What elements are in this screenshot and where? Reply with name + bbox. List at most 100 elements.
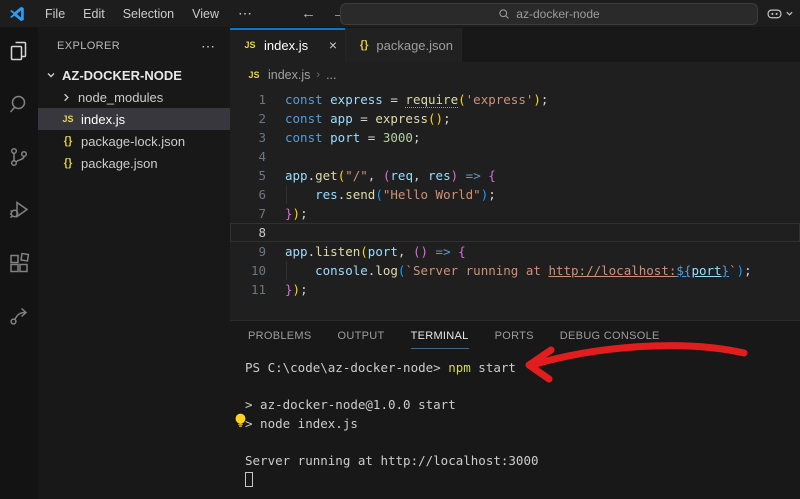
code-token: ) <box>292 282 301 297</box>
js-file-icon: JS <box>244 40 256 50</box>
menu-overflow-icon[interactable]: ⋯ <box>228 5 263 22</box>
breadcrumb-symbol: ... <box>326 68 337 82</box>
menu-bar: File Edit Selection View <box>36 4 228 24</box>
code-token: } <box>285 282 293 297</box>
search-icon <box>499 9 510 19</box>
code-token: app <box>330 111 353 126</box>
code-token: "Hello World" <box>382 187 481 202</box>
terminal-cursor <box>245 472 253 487</box>
tab-index.js[interactable]: JS index.js × <box>230 28 346 62</box>
code-token: . <box>307 244 316 259</box>
code-token: } <box>721 263 730 278</box>
code-token: ; <box>300 206 308 221</box>
code-token: ( <box>360 244 368 259</box>
code-token: ) <box>736 263 745 278</box>
source-control-icon[interactable] <box>6 144 32 170</box>
code-line: 5 app.get("/", (req, res) => { <box>230 166 800 185</box>
code-token: } <box>285 206 293 221</box>
panel-tab-debug-console[interactable]: DEBUG CONSOLE <box>560 324 660 348</box>
terminal-token: > az-docker-node@1.0.0 start <box>245 397 456 412</box>
tab-package.json[interactable]: {} package.json <box>346 28 462 62</box>
code-token: () <box>428 111 444 126</box>
editor-tabs: JS index.js × {} package.json <box>230 28 800 62</box>
code-token: port <box>367 244 398 259</box>
chevron-right-icon <box>64 93 69 101</box>
file-label: index.js <box>81 111 126 127</box>
code-token: ( <box>458 92 466 107</box>
code-line: 1 const express = require('express'); <box>230 90 800 109</box>
terminal-token: start <box>470 360 516 375</box>
code-token: { <box>488 168 496 183</box>
code-token: Server running at <box>412 263 549 278</box>
code-token: res <box>428 168 451 183</box>
terminal-token: PS C:\code\az-docker-node> <box>245 360 449 375</box>
sidebar-more-icon[interactable]: ⋯ <box>201 38 216 55</box>
code-token: port <box>330 130 361 145</box>
explorer-sidebar: EXPLORER ⋯ AZ-DOCKER-NODE node_modules JS… <box>38 28 230 499</box>
command-center-search[interactable]: az-docker-node <box>340 3 758 25</box>
root-folder-label: AZ-DOCKER-NODE <box>62 67 182 83</box>
code-token: port <box>691 263 722 278</box>
file-label: node_modules <box>78 89 164 105</box>
sidebar-item-index.js[interactable]: JS index.js <box>38 108 230 130</box>
code-token: ) <box>450 168 459 183</box>
terminal-line: > az-docker-node@1.0.0 start <box>245 396 800 415</box>
share-remote-icon[interactable] <box>6 303 32 329</box>
code-token: const <box>285 130 331 145</box>
code-token: ` <box>405 263 413 278</box>
tree-root-folder[interactable]: AZ-DOCKER-NODE <box>38 64 230 86</box>
bottom-panel: PROBLEMS OUTPUT TERMINAL PORTS DEBUG CONSOLE… <box>230 320 800 499</box>
back-icon[interactable]: ← <box>301 5 316 22</box>
line-number: 1 <box>258 92 266 107</box>
terminal-line: PS C:\code\az-docker-node> npm start <box>245 359 800 378</box>
json-file-icon: {} <box>63 135 73 147</box>
panel-tabs: PROBLEMS OUTPUT TERMINAL PORTS DEBUG CONSOLE <box>230 321 800 351</box>
terminal-token: npm <box>448 360 471 375</box>
terminal[interactable]: PS C:\code\az-docker-node> npm start > a… <box>230 351 800 489</box>
code-token: 'express' <box>465 92 534 107</box>
code-token: express <box>375 111 428 126</box>
chevron-down-icon <box>47 73 55 78</box>
js-file-icon: JS <box>248 70 260 80</box>
run-debug-icon[interactable] <box>6 197 32 223</box>
code-line: 6 res.send("Hello World"); <box>230 185 800 204</box>
breadcrumb[interactable]: JS index.js › ... <box>230 62 800 88</box>
search-value: az-docker-node <box>516 7 600 21</box>
copilot-menu[interactable] <box>766 5 794 22</box>
code-token: log <box>375 263 398 278</box>
menu-edit[interactable]: Edit <box>74 4 114 24</box>
close-icon[interactable]: × <box>329 37 337 53</box>
panel-tab-output[interactable]: OUTPUT <box>338 324 385 348</box>
sidebar-item-package-lock.json[interactable]: {} package-lock.json <box>38 130 230 152</box>
vscode-window: FileEditSelectionView ⋯ ← → az-docker-no… <box>0 0 800 499</box>
menu-file[interactable]: File <box>36 4 74 24</box>
copilot-icon <box>767 9 782 19</box>
json-file-icon: {} <box>359 39 369 51</box>
code-line: 3 const port = 3000; <box>230 128 800 147</box>
code-token: http://localhost: <box>548 263 677 278</box>
code-editor[interactable]: 1 const express = require('express'); 2 con… <box>230 88 800 320</box>
code-token: ; <box>443 111 451 126</box>
search-sidebar-icon[interactable] <box>6 91 32 117</box>
breadcrumb-file: index.js <box>268 68 311 82</box>
panel-tab-problems[interactable]: PROBLEMS <box>248 324 312 348</box>
chevron-down-icon <box>786 11 793 16</box>
tab-label: index.js <box>264 37 309 53</box>
code-token: 3000 <box>382 130 413 145</box>
extensions-icon[interactable] <box>6 250 32 276</box>
sidebar-item-node_modules[interactable]: node_modules <box>38 86 230 108</box>
code-token: listen <box>315 244 361 259</box>
json-file-icon: {} <box>63 157 73 169</box>
code-token: = <box>382 92 406 107</box>
panel-tab-ports[interactable]: PORTS <box>495 324 534 348</box>
explorer-icon[interactable] <box>6 38 32 64</box>
code-token: ` <box>729 263 737 278</box>
code-token: console <box>315 263 368 278</box>
terminal-line <box>245 470 800 489</box>
menu-view[interactable]: View <box>183 4 228 24</box>
sidebar-item-package.json[interactable]: {} package.json <box>38 152 230 174</box>
panel-tab-terminal[interactable]: TERMINAL <box>410 324 469 349</box>
code-token: = <box>360 130 383 145</box>
menu-selection[interactable]: Selection <box>114 4 183 24</box>
code-token: express <box>330 92 383 107</box>
